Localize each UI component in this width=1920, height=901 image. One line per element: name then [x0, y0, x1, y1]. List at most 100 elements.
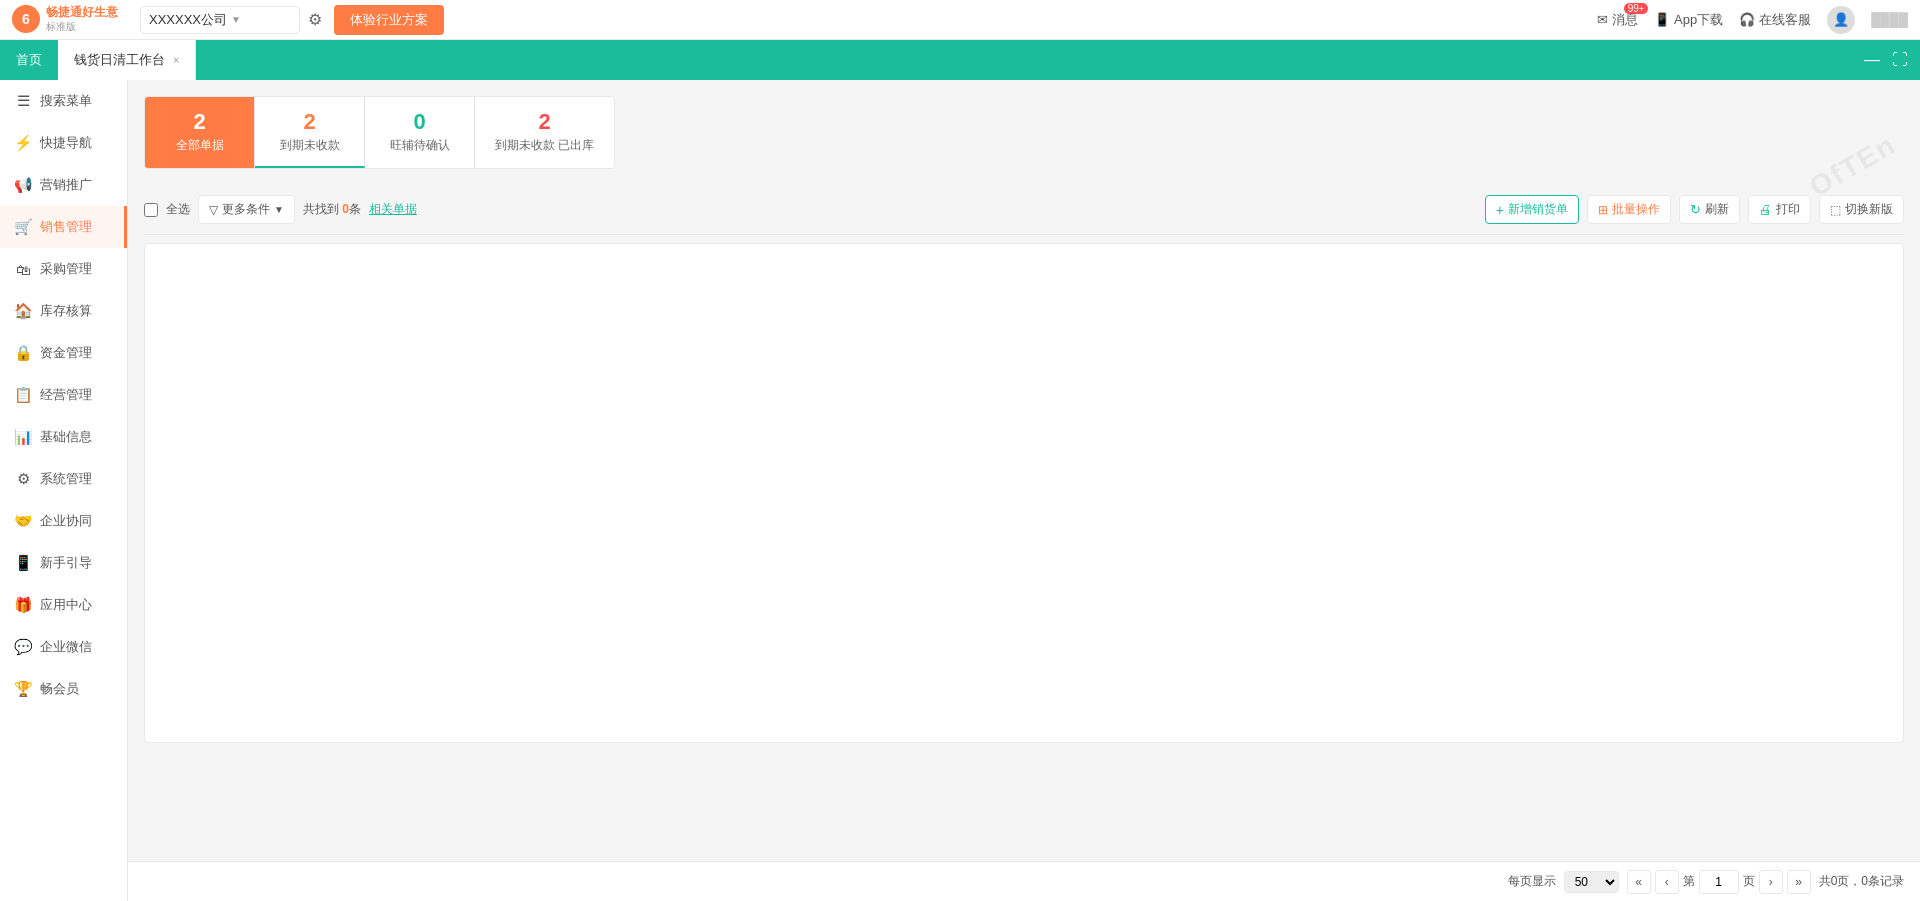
- operations-icon: 📋: [14, 386, 32, 404]
- username-area[interactable]: ████: [1871, 12, 1908, 27]
- enterprise-icon: 🤝: [14, 512, 32, 530]
- sidebar-item-guide[interactable]: 📱 新手引导: [0, 542, 127, 584]
- switch-version-button[interactable]: ⬚ 切换新版: [1819, 195, 1904, 224]
- sidebar-label-finance: 资金管理: [40, 344, 92, 362]
- first-page-button[interactable]: «: [1627, 870, 1651, 894]
- filter-label: 更多条件: [222, 201, 270, 218]
- tab-bar-actions: — ⛶: [1860, 47, 1920, 73]
- system-icon: ⚙: [14, 470, 32, 488]
- inventory-icon: 🏠: [14, 302, 32, 320]
- sidebar-label-enterprise: 企业协同: [40, 512, 92, 530]
- page-total: 共0页，0条记录: [1819, 873, 1904, 890]
- sidebar-item-basic-info[interactable]: 📊 基础信息: [0, 416, 127, 458]
- stat-tab-pending[interactable]: 0 旺辅待确认: [365, 97, 475, 168]
- sidebar-item-system[interactable]: ⚙ 系统管理: [0, 458, 127, 500]
- tab-minimize-button[interactable]: —: [1860, 47, 1884, 73]
- quick-nav-icon: ⚡: [14, 134, 32, 152]
- filter-button[interactable]: ▽ 更多条件 ▼: [198, 195, 295, 224]
- online-service-label: 在线客服: [1759, 11, 1811, 29]
- sidebar-item-sales[interactable]: 🛒 销售管理: [0, 206, 127, 248]
- marketing-icon: 📢: [14, 176, 32, 194]
- phone-icon: 📱: [1654, 12, 1670, 27]
- toolbar-left: 全选 ▽ 更多条件 ▼ 共找到 0条 相关单据: [144, 195, 1477, 224]
- wechat-icon: 💬: [14, 638, 32, 656]
- batch-label: 批量操作: [1612, 201, 1660, 218]
- stat-number-overdue-shipped: 2: [495, 109, 594, 135]
- app-download-label: App下载: [1674, 11, 1723, 29]
- sidebar-item-finance[interactable]: 🔒 资金管理: [0, 332, 127, 374]
- app-center-icon: 🎁: [14, 596, 32, 614]
- main-content: 2 全部单据 2 到期未收款 0 旺辅待确认 2 到期未收款 已出库 全选: [128, 80, 1920, 901]
- table-area: [144, 243, 1904, 743]
- page-number-input[interactable]: [1699, 870, 1739, 894]
- page-label: 第: [1683, 873, 1695, 890]
- stat-label-overdue-shipped: 到期未收款 已出库: [495, 137, 594, 154]
- sidebar-item-quick-nav[interactable]: ⚡ 快捷导航: [0, 122, 127, 164]
- refresh-button[interactable]: ↻ 刷新: [1679, 195, 1740, 224]
- logo-icon: 6: [12, 5, 40, 33]
- next-page-button[interactable]: ›: [1759, 870, 1783, 894]
- print-button[interactable]: 🖨 打印: [1748, 195, 1811, 224]
- pagination-bar: 每页显示 50 20 100 « ‹ 第 页 › » 共0页，0条记录: [128, 861, 1920, 901]
- tab-close-icon[interactable]: ×: [173, 40, 179, 80]
- online-service-item[interactable]: 🎧 在线客服: [1739, 11, 1811, 29]
- sidebar-item-search-menu[interactable]: ☰ 搜索菜单: [0, 80, 127, 122]
- message-icon: ✉: [1597, 12, 1608, 27]
- tab-label: 钱货日清工作台: [74, 40, 165, 80]
- sidebar-item-app-center[interactable]: 🎁 应用中心: [0, 584, 127, 626]
- sidebar-item-wechat[interactable]: 💬 企业微信: [0, 626, 127, 668]
- print-icon: 🖨: [1759, 202, 1772, 217]
- tab-maximize-button[interactable]: ⛶: [1888, 47, 1912, 73]
- stat-number-overdue: 2: [275, 109, 344, 135]
- sidebar-label-operations: 经营管理: [40, 386, 92, 404]
- prev-page-button[interactable]: ‹: [1655, 870, 1679, 894]
- stat-tab-overdue[interactable]: 2 到期未收款: [255, 97, 365, 168]
- related-link[interactable]: 相关单据: [369, 201, 417, 218]
- member-icon: 🏆: [14, 680, 32, 698]
- add-sales-order-button[interactable]: + 新增销货单: [1485, 195, 1579, 224]
- content-inner: 2 全部单据 2 到期未收款 0 旺辅待确认 2 到期未收款 已出库 全选: [128, 80, 1920, 759]
- trial-button[interactable]: 体验行业方案: [334, 5, 444, 35]
- last-page-button[interactable]: »: [1787, 870, 1811, 894]
- logo-text: 畅捷通好生意: [46, 5, 118, 19]
- guide-icon: 📱: [14, 554, 32, 572]
- stat-number-all: 2: [165, 109, 234, 135]
- stat-tab-all[interactable]: 2 全部单据: [145, 97, 255, 168]
- purchase-icon: 🛍: [14, 261, 32, 278]
- stat-label-all: 全部单据: [165, 137, 234, 154]
- tab-bar: 首页 钱货日清工作台 × — ⛶: [0, 40, 1920, 80]
- add-sales-order-label: 新增销货单: [1508, 201, 1568, 218]
- sidebar-item-member[interactable]: 🏆 畅会员: [0, 668, 127, 710]
- page-nav: « ‹ 第 页 › »: [1627, 870, 1811, 894]
- filter-chevron-icon: ▼: [274, 204, 284, 215]
- sidebar-label-basic-info: 基础信息: [40, 428, 92, 446]
- plus-icon: +: [1496, 202, 1504, 218]
- sidebar-label-inventory: 库存核算: [40, 302, 92, 320]
- logo-sub: 标准版: [46, 20, 118, 34]
- sidebar-label-search-menu: 搜索菜单: [40, 92, 92, 110]
- sidebar-label-member: 畅会员: [40, 680, 79, 698]
- username-text: ████: [1871, 12, 1908, 27]
- sidebar-item-enterprise[interactable]: 🤝 企业协同: [0, 500, 127, 542]
- sidebar-item-inventory[interactable]: 🏠 库存核算: [0, 290, 127, 332]
- company-selector[interactable]: XXXXXX公司 ▼: [140, 6, 300, 34]
- batch-operation-button[interactable]: ⊞ 批量操作: [1587, 195, 1671, 224]
- settings-icon[interactable]: ⚙: [308, 10, 322, 29]
- avatar[interactable]: 👤: [1827, 6, 1855, 34]
- stats-tabs: 2 全部单据 2 到期未收款 0 旺辅待确认 2 到期未收款 已出库: [144, 96, 615, 169]
- stat-number-pending: 0: [385, 109, 454, 135]
- sidebar-item-operations[interactable]: 📋 经营管理: [0, 374, 127, 416]
- sidebar-item-purchase[interactable]: 🛍 采购管理: [0, 248, 127, 290]
- basic-info-icon: 📊: [14, 428, 32, 446]
- sidebar-item-marketing[interactable]: 📢 营销推广: [0, 164, 127, 206]
- filter-icon: ▽: [209, 203, 218, 217]
- stat-tab-overdue-shipped[interactable]: 2 到期未收款 已出库: [475, 97, 614, 168]
- toolbar: 全选 ▽ 更多条件 ▼ 共找到 0条 相关单据 + 新增销货单 ⊞ 批: [144, 185, 1904, 235]
- tab-active[interactable]: 钱货日清工作台 ×: [58, 40, 196, 80]
- app-download-item[interactable]: 📱 App下载: [1654, 11, 1723, 29]
- tab-home[interactable]: 首页: [0, 40, 58, 80]
- toolbar-right: + 新增销货单 ⊞ 批量操作 ↻ 刷新 🖨 打印 ⬚ 切换新版: [1485, 195, 1904, 224]
- page-size-select[interactable]: 50 20 100: [1564, 871, 1619, 893]
- select-all-checkbox[interactable]: [144, 203, 158, 217]
- messages-item[interactable]: ✉ 消息 99+: [1597, 11, 1638, 29]
